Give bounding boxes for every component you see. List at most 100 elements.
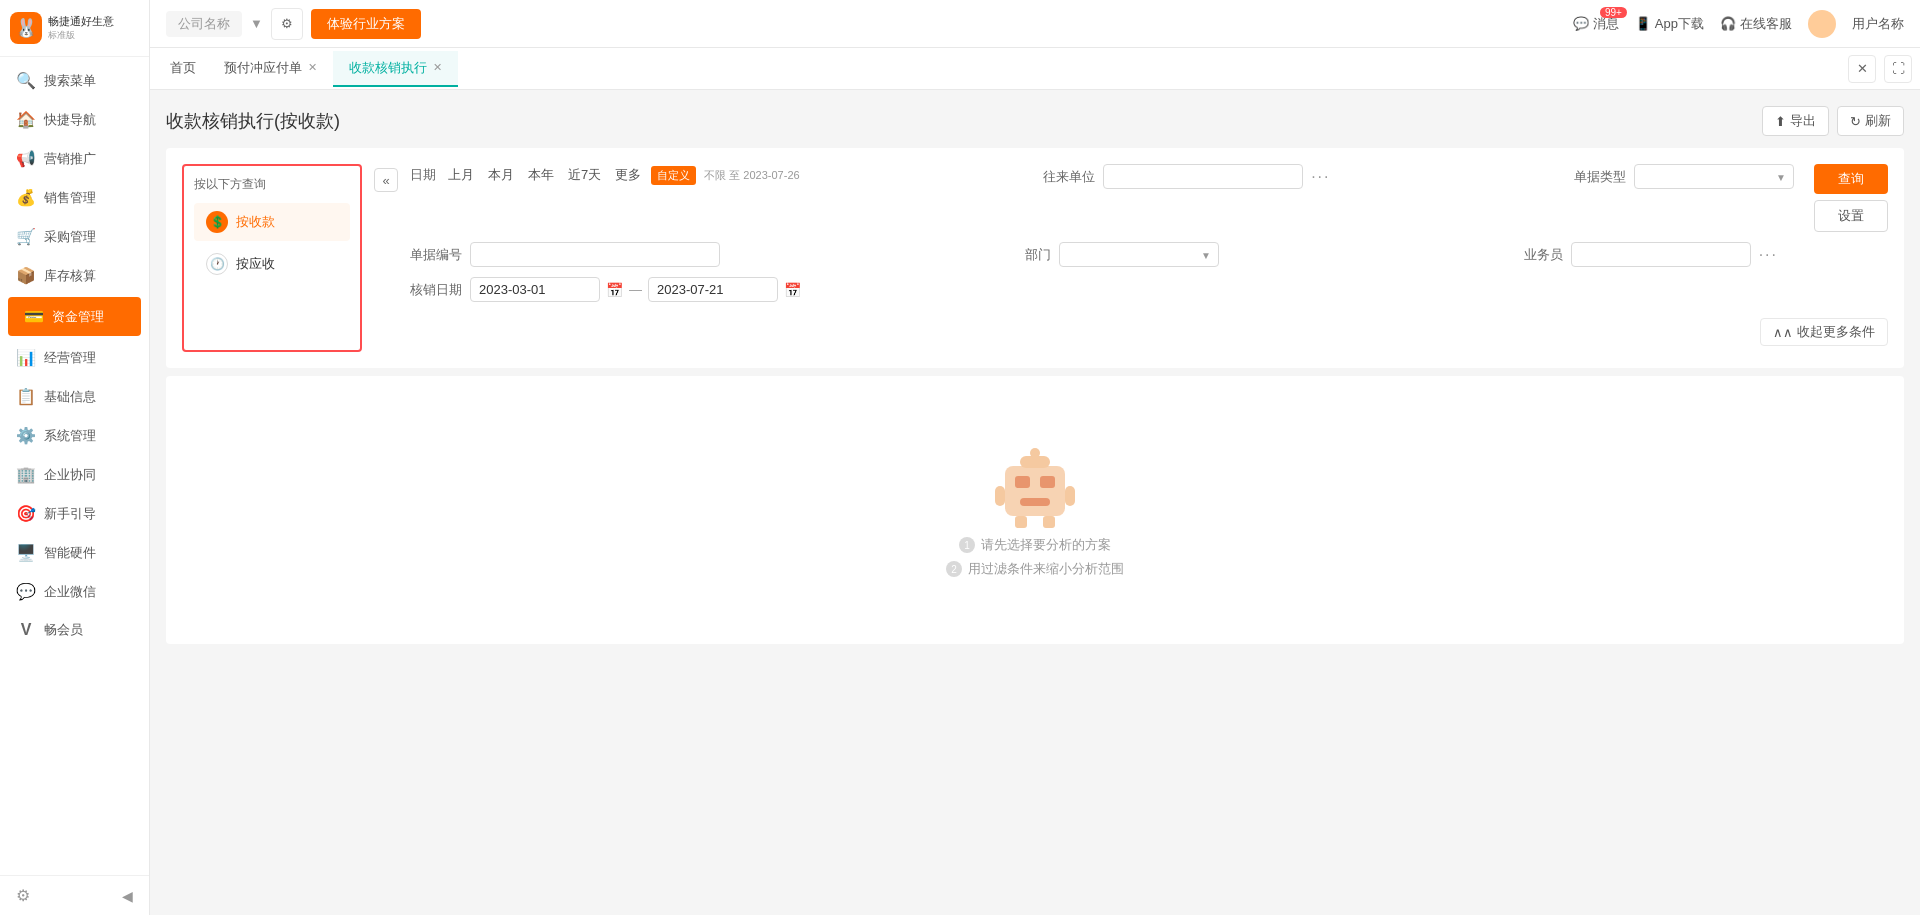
filter-by-receivable[interactable]: 🕐 按应收 <box>194 245 350 283</box>
bill-type-field: 单据类型 <box>1574 164 1794 189</box>
finance-icon: 💳 <box>24 307 44 326</box>
sidebar-logo: 🐰 畅捷通好生意 标准版 <box>0 0 149 57</box>
sidebar-item-purchase[interactable]: 🛒 采购管理 <box>0 217 149 256</box>
sidebar-item-enterprise[interactable]: 🏢 企业协同 <box>0 455 149 494</box>
guide-icon: 🎯 <box>16 504 36 523</box>
hardware-icon: 🖥️ <box>16 543 36 562</box>
user-name[interactable]: 用户名称 <box>1852 15 1904 33</box>
page-title: 收款核销执行(按收款) <box>166 109 340 133</box>
basic-info-icon: 📋 <box>16 387 36 406</box>
tabbar: 首页 预付冲应付单 ✕ 收款核销执行 ✕ ✕ ⛶ <box>150 48 1920 90</box>
bill-no-field: 单据编号 <box>410 242 720 267</box>
shortcut-this-month[interactable]: 本月 <box>484 164 518 186</box>
sidebar-item-hardware[interactable]: 🖥️ 智能硬件 <box>0 533 149 572</box>
message-button[interactable]: 💬 消息 99+ <box>1573 15 1619 33</box>
sidebar-item-system[interactable]: ⚙️ 系统管理 <box>0 416 149 455</box>
user-avatar <box>1808 10 1836 38</box>
collapse-more-row: ∧∧ 收起更多条件 <box>410 312 1888 352</box>
date-label: 日期 <box>410 166 436 184</box>
date-field: 日期 上月 本月 本年 近7天 更多 自定义 不限 至 2023-07-26 <box>410 164 800 186</box>
partner-label: 往来单位 <box>1043 168 1095 186</box>
verify-date-end-calendar-icon[interactable]: 📅 <box>784 282 801 298</box>
sidebar-item-guide[interactable]: 🎯 新手引导 <box>0 494 149 533</box>
app-download-button[interactable]: 📱 App下载 <box>1635 15 1704 33</box>
receivable-icon: 🕐 <box>206 253 228 275</box>
quick-nav-icon: 🏠 <box>16 110 36 129</box>
enterprise-icon: 🏢 <box>16 465 36 484</box>
verify-date-start-calendar-icon[interactable]: 📅 <box>606 282 623 298</box>
main-content: 公司名称 ▼ ⚙ 体验行业方案 💬 消息 99+ 📱 App下载 🎧 在线客服 … <box>150 0 1920 915</box>
shortcut-custom[interactable]: 自定义 <box>651 166 696 185</box>
query-button[interactable]: 查询 <box>1814 164 1888 194</box>
company-name[interactable]: 公司名称 <box>166 11 242 37</box>
filter-collapse-button[interactable]: « <box>374 168 398 192</box>
tab-prepay-offset[interactable]: 预付冲应付单 ✕ <box>208 51 333 87</box>
action-buttons: 查询 设置 <box>1814 164 1888 232</box>
sidebar-item-search[interactable]: 🔍 搜索菜单 <box>0 61 149 100</box>
sidebar-item-vip[interactable]: V 畅会员 <box>0 611 149 649</box>
maximize-tab-button[interactable]: ⛶ <box>1884 55 1912 83</box>
svg-rect-7 <box>1043 516 1055 528</box>
shortcut-last-month[interactable]: 上月 <box>444 164 478 186</box>
export-button[interactable]: ⬆ 导出 <box>1762 106 1829 136</box>
tab-close-prepay[interactable]: ✕ <box>308 61 317 74</box>
sidebar-collapse-icon[interactable]: ◀ <box>122 888 133 904</box>
verify-date-field: 核销日期 📅 — 📅 <box>410 277 801 302</box>
bill-type-select[interactable] <box>1634 164 1794 189</box>
partner-more-btn[interactable]: ··· <box>1311 168 1330 186</box>
header-actions: ⬆ 导出 ↻ 刷新 <box>1762 106 1904 136</box>
sidebar-item-sales[interactable]: 💰 销售管理 <box>0 178 149 217</box>
industry-solution-button[interactable]: 体验行业方案 <box>311 9 421 39</box>
sidebar-item-inventory[interactable]: 📦 库存核算 <box>0 256 149 295</box>
sidebar-settings-icon[interactable]: ⚙ <box>16 886 30 905</box>
bill-no-label: 单据编号 <box>410 246 462 264</box>
svg-rect-6 <box>1015 516 1027 528</box>
app-icon: 📱 <box>1635 16 1651 31</box>
partner-field: 往来单位 ··· <box>1043 164 1330 189</box>
date-dash: — <box>629 282 642 297</box>
sales-icon: 💰 <box>16 188 36 207</box>
svg-point-9 <box>1030 448 1040 458</box>
date-no-limit: 不限 至 2023-07-26 <box>704 168 799 183</box>
filter-panel-title: 按以下方查询 <box>194 176 350 193</box>
tab-close-receipt[interactable]: ✕ <box>433 61 442 74</box>
dept-select[interactable] <box>1059 242 1219 267</box>
close-tab-button[interactable]: ✕ <box>1848 55 1876 83</box>
shortcut-more[interactable]: 更多 <box>611 164 645 186</box>
refresh-button[interactable]: ↻ 刷新 <box>1837 106 1904 136</box>
shortcut-this-year[interactable]: 本年 <box>524 164 558 186</box>
sidebar-item-wechat[interactable]: 💬 企业微信 <box>0 572 149 611</box>
verify-date-start-input[interactable] <box>470 277 600 302</box>
setting-button[interactable]: 设置 <box>1814 200 1888 232</box>
sidebar-item-basic-info[interactable]: 📋 基础信息 <box>0 377 149 416</box>
partner-input[interactable] <box>1103 164 1303 189</box>
topbar: 公司名称 ▼ ⚙ 体验行业方案 💬 消息 99+ 📱 App下载 🎧 在线客服 … <box>150 0 1920 48</box>
search-menu-icon: 🔍 <box>16 71 36 90</box>
filter-by-receipt[interactable]: 💲 按收款 <box>194 203 350 241</box>
hint-num-1: 1 <box>959 537 975 553</box>
sidebar-item-finance[interactable]: 💳 资金管理 <box>8 297 141 336</box>
dept-field: 部门 <box>1025 242 1219 267</box>
bill-no-input[interactable] <box>470 242 720 267</box>
employee-label: 业务员 <box>1524 246 1563 264</box>
logo-icon: 🐰 <box>10 12 42 44</box>
verify-date-end-input[interactable] <box>648 277 778 302</box>
sidebar-item-quick-nav[interactable]: 🏠 快捷导航 <box>0 100 149 139</box>
tab-home[interactable]: 首页 <box>158 51 208 87</box>
sidebar-item-operations[interactable]: 📊 经营管理 <box>0 338 149 377</box>
sidebar-item-marketing[interactable]: 📢 营销推广 <box>0 139 149 178</box>
empty-illustration <box>985 436 1085 536</box>
tab-receipt-offset[interactable]: 收款核销执行 ✕ <box>333 51 458 87</box>
company-dropdown-icon[interactable]: ▼ <box>250 16 263 31</box>
collapse-more-button[interactable]: ∧∧ 收起更多条件 <box>1760 318 1888 346</box>
shortcut-7-days[interactable]: 近7天 <box>564 164 605 186</box>
settings-button[interactable]: ⚙ <box>271 8 303 40</box>
topbar-left: 公司名称 ▼ ⚙ 体验行业方案 <box>166 8 1561 40</box>
filter-row-2: 单据编号 部门 <box>410 242 1888 267</box>
employee-input[interactable] <box>1571 242 1751 267</box>
dept-label: 部门 <box>1025 246 1051 264</box>
employee-more-btn[interactable]: ··· <box>1759 246 1778 264</box>
svg-rect-1 <box>1015 476 1030 488</box>
logo-text: 畅捷通好生意 标准版 <box>48 14 114 41</box>
online-service-button[interactable]: 🎧 在线客服 <box>1720 15 1792 33</box>
